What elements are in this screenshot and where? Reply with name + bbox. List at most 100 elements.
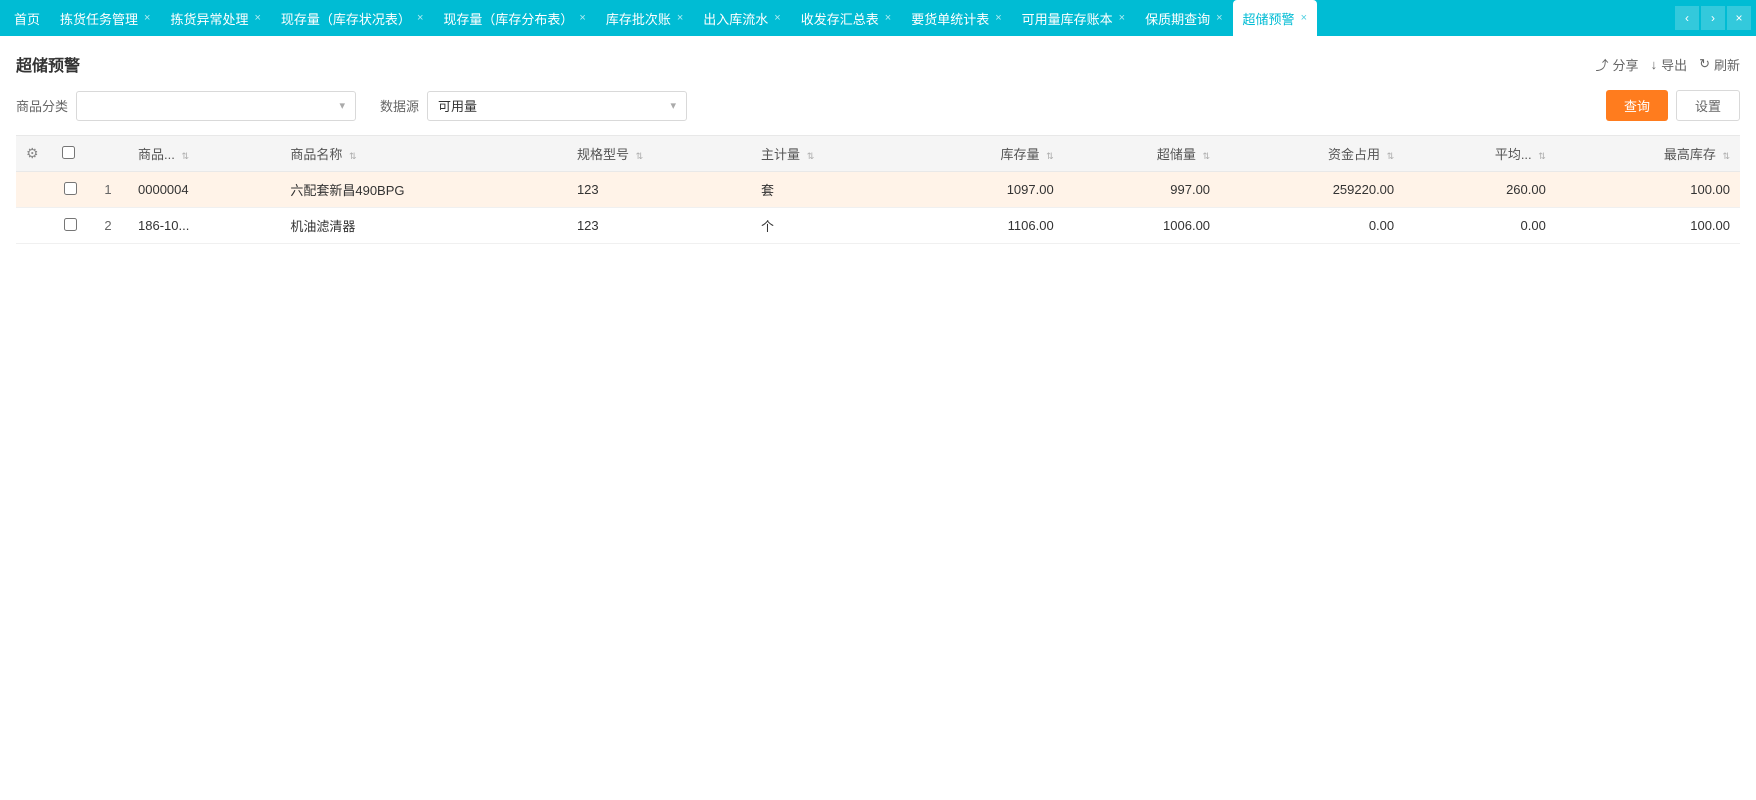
filter-datasource: 数据源 可用量 ▾ xyxy=(380,91,687,121)
row-avg: 0.00 xyxy=(1404,208,1556,244)
row-stock: 1097.00 xyxy=(907,172,1063,208)
nav-tab-10-label: 保质期查询 xyxy=(1145,9,1210,28)
nav-tab-9-close[interactable]: × xyxy=(1119,12,1125,24)
row-max-stock: 100.00 xyxy=(1556,172,1740,208)
page-title-row: 超储预警 ⤴ 分享 ↓ 导出 ↻ 刷新 xyxy=(16,52,1740,76)
nav-tab-4[interactable]: 现存量（库存分布表） × xyxy=(433,0,595,36)
share-button[interactable]: ⤴ 分享 xyxy=(1596,55,1639,74)
nav-tab-4-close[interactable]: × xyxy=(579,12,585,24)
data-table: ⚙ 商品... ⇅ 商品名称 ⇅ 规格型号 ⇅ xyxy=(16,135,1740,244)
row-capital: 259220.00 xyxy=(1220,172,1404,208)
nav-tab-6-label: 出入库流水 xyxy=(703,9,768,28)
row-max-stock: 100.00 xyxy=(1556,208,1740,244)
sort-icon-stock: ⇅ xyxy=(1046,151,1054,162)
nav-tab-10[interactable]: 保质期查询 × xyxy=(1135,0,1232,36)
page-container: 超储预警 ⤴ 分享 ↓ 导出 ↻ 刷新 商品分类 ▾ 数据源 xyxy=(0,36,1756,800)
table-row: 2 186-10... 机油滤清器 123 个 1106.00 1006.00 … xyxy=(16,208,1740,244)
nav-tab-7-label: 收发存汇总表 xyxy=(801,9,879,28)
col-header-spec[interactable]: 规格型号 ⇅ xyxy=(567,136,751,172)
nav-tab-5[interactable]: 库存批次账 × xyxy=(596,0,693,36)
nav-tab-8[interactable]: 要货单统计表 × xyxy=(901,0,1011,36)
col-avg-label: 平均... xyxy=(1495,147,1532,162)
table-settings-icon[interactable]: ⚙ xyxy=(26,145,39,161)
sort-icon-unit: ⇅ xyxy=(807,151,815,162)
sort-icon-spec: ⇅ xyxy=(636,151,644,162)
nav-tab-3[interactable]: 现存量（库存状况表） × xyxy=(271,0,433,36)
top-navigation: 首页 拣货任务管理 × 拣货异常处理 × 现存量（库存状况表） × 现存量（库存… xyxy=(0,0,1756,36)
col-header-product-name[interactable]: 商品名称 ⇅ xyxy=(280,136,567,172)
nav-tab-active[interactable]: 超储预警 × xyxy=(1233,0,1317,36)
nav-tab-1-close[interactable]: × xyxy=(144,12,150,24)
sort-icon-product-name: ⇅ xyxy=(349,151,357,162)
nav-tab-home[interactable]: 首页 xyxy=(4,0,50,36)
row-checkbox-1[interactable] xyxy=(64,218,77,231)
nav-tab-2-label: 拣货异常处理 xyxy=(170,9,248,28)
nav-tab-home-label: 首页 xyxy=(14,9,40,28)
table-row: 1 0000004 六配套新昌490BPG 123 套 1097.00 997.… xyxy=(16,172,1740,208)
datasource-chevron-icon: ▾ xyxy=(671,99,677,112)
col-header-num xyxy=(88,136,128,172)
col-header-overstock[interactable]: 超储量 ⇅ xyxy=(1064,136,1220,172)
col-header-product-code[interactable]: 商品... ⇅ xyxy=(128,136,280,172)
col-stock-label: 库存量 xyxy=(1001,147,1040,162)
nav-arrow-right[interactable]: › xyxy=(1701,6,1725,30)
col-product-code-label: 商品... xyxy=(138,147,175,162)
row-checkbox-cell xyxy=(52,172,88,208)
nav-tab-2-close[interactable]: × xyxy=(254,12,260,24)
export-icon: ↓ xyxy=(1651,57,1658,72)
nav-tab-8-label: 要货单统计表 xyxy=(911,9,989,28)
row-spec: 123 xyxy=(567,172,751,208)
row-settings-cell xyxy=(16,172,52,208)
settings-filter-button[interactable]: 设置 xyxy=(1676,90,1740,121)
nav-tab-9[interactable]: 可用量库存账本 × xyxy=(1012,0,1135,36)
query-button[interactable]: 查询 xyxy=(1606,90,1668,121)
nav-tab-5-close[interactable]: × xyxy=(677,12,683,24)
nav-tab-6[interactable]: 出入库流水 × xyxy=(693,0,790,36)
refresh-button[interactable]: ↻ 刷新 xyxy=(1699,55,1740,74)
datasource-select[interactable]: 可用量 ▾ xyxy=(427,91,687,121)
row-spec: 123 xyxy=(567,208,751,244)
nav-tab-active-close[interactable]: × xyxy=(1301,12,1307,24)
nav-tab-2[interactable]: 拣货异常处理 × xyxy=(160,0,270,36)
nav-tab-5-label: 库存批次账 xyxy=(606,9,671,28)
col-header-max-stock[interactable]: 最高库存 ⇅ xyxy=(1556,136,1740,172)
nav-arrow-more[interactable]: × xyxy=(1727,6,1751,30)
nav-tab-6-close[interactable]: × xyxy=(774,12,780,24)
sort-icon-product-code: ⇅ xyxy=(181,151,189,162)
category-chevron-icon: ▾ xyxy=(339,99,345,112)
nav-tab-1[interactable]: 拣货任务管理 × xyxy=(50,0,160,36)
sort-icon-max-stock: ⇅ xyxy=(1722,151,1730,162)
sort-icon-avg: ⇅ xyxy=(1538,151,1546,162)
col-product-name-label: 商品名称 xyxy=(290,147,342,162)
filter-category: 商品分类 ▾ xyxy=(16,91,356,121)
category-label: 商品分类 xyxy=(16,96,68,115)
col-header-unit[interactable]: 主计量 ⇅ xyxy=(751,136,907,172)
nav-tab-3-close[interactable]: × xyxy=(417,12,423,24)
export-button[interactable]: ↓ 导出 xyxy=(1651,55,1688,74)
col-header-settings: ⚙ xyxy=(16,136,52,172)
table-header-row: ⚙ 商品... ⇅ 商品名称 ⇅ 规格型号 ⇅ xyxy=(16,136,1740,172)
filter-row: 商品分类 ▾ 数据源 可用量 ▾ 查询 设置 xyxy=(16,90,1740,121)
nav-tab-8-close[interactable]: × xyxy=(995,12,1001,24)
col-overstock-label: 超储量 xyxy=(1157,147,1196,162)
row-unit: 个 xyxy=(751,208,907,244)
col-spec-label: 规格型号 xyxy=(577,147,629,162)
row-checkbox-0[interactable] xyxy=(64,182,77,195)
col-header-avg[interactable]: 平均... ⇅ xyxy=(1404,136,1556,172)
sort-icon-capital: ⇅ xyxy=(1387,151,1395,162)
col-capital-label: 资金占用 xyxy=(1328,147,1380,162)
refresh-label: 刷新 xyxy=(1714,55,1740,74)
nav-arrow-left[interactable]: ‹ xyxy=(1675,6,1699,30)
refresh-icon: ↻ xyxy=(1699,56,1710,72)
category-select[interactable]: ▾ xyxy=(76,91,356,121)
row-product-code: 186-10... xyxy=(128,208,280,244)
nav-tab-7-close[interactable]: × xyxy=(885,12,891,24)
nav-tab-7[interactable]: 收发存汇总表 × xyxy=(791,0,901,36)
row-num-cell: 1 xyxy=(88,172,128,208)
col-header-capital[interactable]: 资金占用 ⇅ xyxy=(1220,136,1404,172)
nav-tab-10-close[interactable]: × xyxy=(1216,12,1222,24)
page-title: 超储预警 xyxy=(16,52,80,76)
col-header-stock[interactable]: 库存量 ⇅ xyxy=(907,136,1063,172)
row-num-cell: 2 xyxy=(88,208,128,244)
select-all-checkbox[interactable] xyxy=(62,146,75,159)
